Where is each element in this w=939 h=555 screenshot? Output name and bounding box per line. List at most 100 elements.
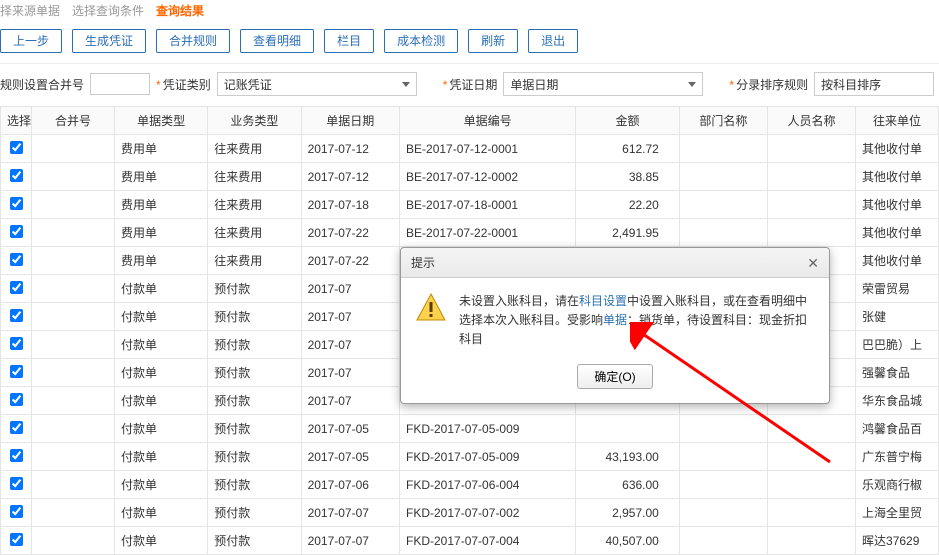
cell-amt: 38.85 (576, 163, 680, 191)
close-icon[interactable]: ✕ (807, 256, 819, 270)
cell-type: 费用单 (115, 219, 208, 247)
row-checkbox[interactable] (10, 421, 23, 434)
col-type: 单据类型 (115, 107, 208, 135)
cell-date: 2017-07-07 (301, 499, 399, 527)
row-checkbox[interactable] (10, 393, 23, 406)
cell-partner: 强馨食品 (856, 359, 939, 387)
tab-step1[interactable]: 择来源单据 (0, 2, 60, 19)
warning-icon (415, 292, 447, 324)
table-row[interactable]: 费用单往来费用2017-07-12BE-2017-07-12-0001612.7… (1, 135, 939, 163)
cell-biz: 往来费用 (208, 219, 301, 247)
refresh-button[interactable]: 刷新 (468, 29, 518, 53)
table-row[interactable]: 费用单往来费用2017-07-12BE-2017-07-12-000238.85… (1, 163, 939, 191)
cell-type: 费用单 (115, 163, 208, 191)
cell-type: 付款单 (115, 275, 208, 303)
exit-button[interactable]: 退出 (528, 29, 578, 53)
row-checkbox[interactable] (10, 309, 23, 322)
cell-merge (32, 303, 115, 331)
row-checkbox[interactable] (10, 197, 23, 210)
cell-code: BE-2017-07-12-0001 (400, 135, 576, 163)
prev-button[interactable]: 上一步 (0, 29, 62, 53)
generate-voucher-button[interactable]: 生成凭证 (72, 29, 146, 53)
cell-partner: 其他收付单 (856, 191, 939, 219)
voucher-date-select[interactable]: 单据日期 (503, 72, 703, 96)
cell-merge (32, 275, 115, 303)
cell-merge (32, 135, 115, 163)
cell-code: FKD-2017-07-05-009 (400, 415, 576, 443)
row-checkbox[interactable] (10, 281, 23, 294)
cell-partner: 巴巴脆）上 (856, 331, 939, 359)
table-header-row: 选择 合并号 单据类型 业务类型 单据日期 单据编号 金额 部门名称 人员名称 … (1, 107, 939, 135)
sort-rule-label: *分录排序规则 (729, 76, 808, 93)
table-row[interactable]: 付款单预付款2017-07-07FKD-2017-07-07-00440,507… (1, 527, 939, 555)
table-row[interactable]: 付款单预付款2017-07-07FKD-2017-07-07-0022,957.… (1, 499, 939, 527)
col-dept: 部门名称 (679, 107, 767, 135)
cell-partner: 广东普宁梅 (856, 443, 939, 471)
voucher-type-label: *凭证类别 (156, 76, 211, 93)
table-row[interactable]: 付款单预付款2017-07-05FKD-2017-07-05-009鸿馨食品百 (1, 415, 939, 443)
cell-merge (32, 191, 115, 219)
merge-rule-button[interactable]: 合并规则 (156, 29, 230, 53)
sort-rule-select[interactable]: 按科目排序 (814, 72, 934, 96)
cell-partner: 乐观商行椒 (856, 471, 939, 499)
voucher-type-value: 记账凭证 (224, 76, 272, 93)
table-row[interactable]: 费用单往来费用2017-07-22BE-2017-07-22-00012,491… (1, 219, 939, 247)
row-checkbox[interactable] (10, 365, 23, 378)
chevron-down-icon (402, 82, 410, 87)
cell-biz: 往来费用 (208, 247, 301, 275)
cell-person (767, 443, 855, 471)
row-checkbox[interactable] (10, 477, 23, 490)
cell-merge (32, 163, 115, 191)
cell-date: 2017-07-12 (301, 135, 399, 163)
cell-type: 付款单 (115, 471, 208, 499)
cell-type: 费用单 (115, 135, 208, 163)
row-checkbox[interactable] (10, 533, 23, 546)
cell-merge (32, 331, 115, 359)
cell-type: 费用单 (115, 191, 208, 219)
cell-date: 2017-07 (301, 387, 399, 415)
ok-button[interactable]: 确定(O) (577, 364, 652, 389)
cell-merge (32, 247, 115, 275)
voucher-date-value: 单据日期 (510, 76, 558, 93)
cost-check-button[interactable]: 成本检测 (384, 29, 458, 53)
row-checkbox[interactable] (10, 169, 23, 182)
cell-type: 费用单 (115, 247, 208, 275)
voucher-date-label: *凭证日期 (443, 76, 498, 93)
cell-partner: 其他收付单 (856, 163, 939, 191)
col-biz: 业务类型 (208, 107, 301, 135)
col-code: 单据编号 (400, 107, 576, 135)
table-row[interactable]: 付款单预付款2017-07-06FKD-2017-07-06-004636.00… (1, 471, 939, 499)
cell-biz: 预付款 (208, 303, 301, 331)
row-checkbox[interactable] (10, 505, 23, 518)
row-checkbox[interactable] (10, 449, 23, 462)
cell-date: 2017-07 (301, 331, 399, 359)
cell-type: 付款单 (115, 527, 208, 555)
tab-step2[interactable]: 选择查询条件 (72, 2, 144, 19)
voucher-type-select[interactable]: 记账凭证 (217, 72, 417, 96)
view-detail-button[interactable]: 查看明细 (240, 29, 314, 53)
cell-biz: 预付款 (208, 471, 301, 499)
cell-dept (679, 471, 767, 499)
tab-step3[interactable]: 查询结果 (156, 2, 204, 19)
row-checkbox[interactable] (10, 337, 23, 350)
cell-biz: 往来费用 (208, 191, 301, 219)
cell-date: 2017-07-05 (301, 415, 399, 443)
row-checkbox[interactable] (10, 225, 23, 238)
cell-date: 2017-07 (301, 303, 399, 331)
cell-amt (576, 415, 680, 443)
cell-dept (679, 219, 767, 247)
table-row[interactable]: 付款单预付款2017-07-05FKD-2017-07-05-00943,193… (1, 443, 939, 471)
document-link[interactable]: 单据 (603, 313, 627, 327)
table-row[interactable]: 费用单往来费用2017-07-18BE-2017-07-18-000122.20… (1, 191, 939, 219)
merge-no-label: 规则设置合并号 (0, 76, 84, 93)
cell-date: 2017-07-18 (301, 191, 399, 219)
cell-code: BE-2017-07-18-0001 (400, 191, 576, 219)
cell-merge (32, 219, 115, 247)
row-checkbox[interactable] (10, 253, 23, 266)
merge-no-input[interactable] (90, 73, 150, 95)
subject-setting-link[interactable]: 科目设置 (579, 294, 627, 308)
row-checkbox[interactable] (10, 141, 23, 154)
column-button[interactable]: 栏目 (324, 29, 374, 53)
dialog-header: 提示 ✕ (401, 248, 829, 278)
cell-code: BE-2017-07-12-0002 (400, 163, 576, 191)
